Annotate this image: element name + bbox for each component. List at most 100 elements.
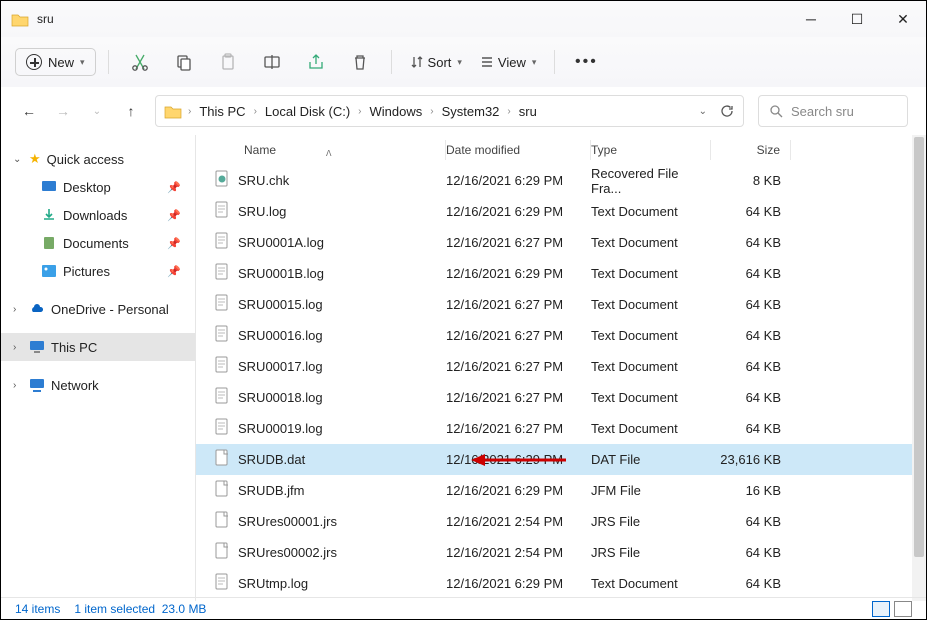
thumbnails-view-button[interactable] bbox=[894, 601, 912, 617]
file-date: 12/16/2021 6:27 PM bbox=[446, 297, 591, 312]
file-size: 64 KB bbox=[711, 328, 791, 343]
scrollbar-thumb[interactable] bbox=[914, 137, 924, 557]
file-type: Text Document bbox=[591, 235, 711, 250]
file-row[interactable]: SRU00018.log12/16/2021 6:27 PMText Docum… bbox=[196, 382, 926, 413]
sidebar-desktop[interactable]: Desktop📌 bbox=[1, 173, 195, 201]
file-icon bbox=[214, 201, 230, 222]
column-type[interactable]: Type bbox=[591, 140, 711, 160]
recent-button[interactable]: ⌄ bbox=[87, 106, 107, 117]
file-name: SRU0001B.log bbox=[238, 266, 324, 281]
search-box[interactable]: Search sru bbox=[758, 95, 908, 127]
delete-button[interactable] bbox=[341, 46, 379, 78]
file-date: 12/16/2021 6:29 PM bbox=[446, 204, 591, 219]
details-view-button[interactable] bbox=[872, 601, 890, 617]
scrollbar[interactable] bbox=[912, 135, 926, 601]
cloud-icon bbox=[29, 303, 45, 315]
file-icon bbox=[214, 325, 230, 346]
file-row[interactable]: SRU00019.log12/16/2021 6:27 PMText Docum… bbox=[196, 413, 926, 444]
new-button[interactable]: New ▾ bbox=[15, 48, 96, 76]
column-date[interactable]: Date modified bbox=[446, 140, 591, 160]
file-row[interactable]: SRU0001B.log 12/16/2021 6:29 PMText Docum… bbox=[196, 258, 926, 289]
sort-label: Sort bbox=[428, 55, 452, 70]
sort-button[interactable]: Sort ▾ bbox=[404, 55, 468, 70]
file-size: 64 KB bbox=[711, 390, 791, 405]
file-icon bbox=[214, 449, 230, 470]
file-type: Text Document bbox=[591, 421, 711, 436]
refresh-button[interactable] bbox=[719, 103, 735, 119]
file-row[interactable]: SRUDB.dat12/16/2021 6:29 PMDAT File23,61… bbox=[196, 444, 926, 475]
sidebar-downloads[interactable]: Downloads📌 bbox=[1, 201, 195, 229]
breadcrumb-item[interactable]: This PC bbox=[197, 104, 247, 119]
file-size: 64 KB bbox=[711, 545, 791, 560]
minimize-button[interactable]: ─ bbox=[788, 1, 834, 37]
chevron-right-icon: › bbox=[184, 106, 195, 117]
column-headers: Nameᐱ Date modified Type Size bbox=[196, 135, 926, 165]
file-icon bbox=[214, 170, 230, 191]
file-size: 8 KB bbox=[711, 173, 791, 188]
cut-button[interactable] bbox=[121, 46, 159, 78]
file-size: 64 KB bbox=[711, 421, 791, 436]
file-size: 64 KB bbox=[711, 204, 791, 219]
maximize-button[interactable]: ☐ bbox=[834, 1, 880, 37]
column-size[interactable]: Size bbox=[711, 140, 791, 160]
sidebar-quick-access[interactable]: ⌄★Quick access bbox=[1, 145, 195, 173]
paste-button[interactable] bbox=[209, 46, 247, 78]
sidebar-network[interactable]: ›Network bbox=[1, 371, 195, 399]
file-type: Text Document bbox=[591, 266, 711, 281]
file-type: Recovered File Fra... bbox=[591, 166, 711, 196]
sidebar-documents[interactable]: Documents📌 bbox=[1, 229, 195, 257]
file-name: SRUres00002.jrs bbox=[238, 545, 337, 560]
file-row[interactable]: SRU00015.log12/16/2021 6:27 PMText Docum… bbox=[196, 289, 926, 320]
file-type: Text Document bbox=[591, 576, 711, 591]
file-row[interactable]: SRUres00002.jrs12/16/2021 2:54 PMJRS Fil… bbox=[196, 537, 926, 568]
pin-icon: 📌 bbox=[167, 209, 181, 222]
chevron-right-icon: › bbox=[503, 106, 514, 117]
sidebar-this-pc[interactable]: ›This PC bbox=[1, 333, 195, 361]
copy-button[interactable] bbox=[165, 46, 203, 78]
pin-icon: 📌 bbox=[167, 181, 181, 194]
file-row[interactable]: SRU00016.log12/16/2021 6:27 PMText Docum… bbox=[196, 320, 926, 351]
file-date: 12/16/2021 6:27 PM bbox=[446, 421, 591, 436]
rename-button[interactable] bbox=[253, 46, 291, 78]
file-type: Text Document bbox=[591, 328, 711, 343]
pictures-icon bbox=[41, 264, 57, 278]
sidebar-pictures[interactable]: Pictures📌 bbox=[1, 257, 195, 285]
separator bbox=[108, 50, 109, 74]
file-type: DAT File bbox=[591, 452, 711, 467]
more-button[interactable]: ••• bbox=[567, 46, 605, 78]
file-date: 12/16/2021 6:29 PM bbox=[446, 266, 591, 281]
back-button[interactable]: ← bbox=[19, 103, 39, 119]
forward-button[interactable]: → bbox=[53, 103, 73, 119]
search-icon bbox=[769, 104, 783, 118]
file-row[interactable]: SRU.log12/16/2021 6:29 PMText Document64… bbox=[196, 196, 926, 227]
file-type: Text Document bbox=[591, 390, 711, 405]
column-name[interactable]: Nameᐱ bbox=[196, 140, 446, 160]
title-bar: sru ─ ☐ ✕ bbox=[1, 1, 926, 37]
file-name: SRUres00001.jrs bbox=[238, 514, 337, 529]
sidebar-label: This PC bbox=[51, 340, 97, 355]
file-date: 12/16/2021 6:27 PM bbox=[446, 328, 591, 343]
file-row[interactable]: SRU00017.log12/16/2021 6:27 PMText Docum… bbox=[196, 351, 926, 382]
file-date: 12/16/2021 6:27 PM bbox=[446, 235, 591, 250]
file-row[interactable]: SRU.chk12/16/2021 6:29 PMRecovered File … bbox=[196, 165, 926, 196]
file-row[interactable]: SRU0001A.log12/16/2021 6:27 PMText Docum… bbox=[196, 227, 926, 258]
file-name: SRU.log bbox=[238, 204, 286, 219]
up-button[interactable]: ↑ bbox=[121, 103, 141, 119]
breadcrumb-item[interactable]: Local Disk (C:) bbox=[263, 104, 352, 119]
breadcrumb-item[interactable]: Windows bbox=[368, 104, 425, 119]
breadcrumb-item[interactable]: System32 bbox=[440, 104, 502, 119]
address-bar[interactable]: › This PC › Local Disk (C:) › Windows › … bbox=[155, 95, 744, 127]
file-row[interactable]: SRUtmp.log12/16/2021 6:29 PMText Documen… bbox=[196, 568, 926, 599]
file-row[interactable]: SRUDB.jfm12/16/2021 6:29 PMJFM File16 KB bbox=[196, 475, 926, 506]
close-button[interactable]: ✕ bbox=[880, 1, 926, 37]
sidebar-onedrive[interactable]: ›OneDrive - Personal bbox=[1, 295, 195, 323]
file-row[interactable]: SRUres00001.jrs12/16/2021 2:54 PMJRS Fil… bbox=[196, 506, 926, 537]
share-button[interactable] bbox=[297, 46, 335, 78]
sidebar-label: OneDrive - Personal bbox=[51, 302, 169, 317]
view-button[interactable]: View ▾ bbox=[474, 55, 542, 70]
breadcrumb-item[interactable]: sru bbox=[517, 104, 539, 119]
addr-dropdown-button[interactable]: ⌄ bbox=[699, 106, 707, 117]
network-icon bbox=[29, 378, 45, 392]
file-icon bbox=[214, 573, 230, 594]
file-name: SRU00017.log bbox=[238, 359, 323, 374]
